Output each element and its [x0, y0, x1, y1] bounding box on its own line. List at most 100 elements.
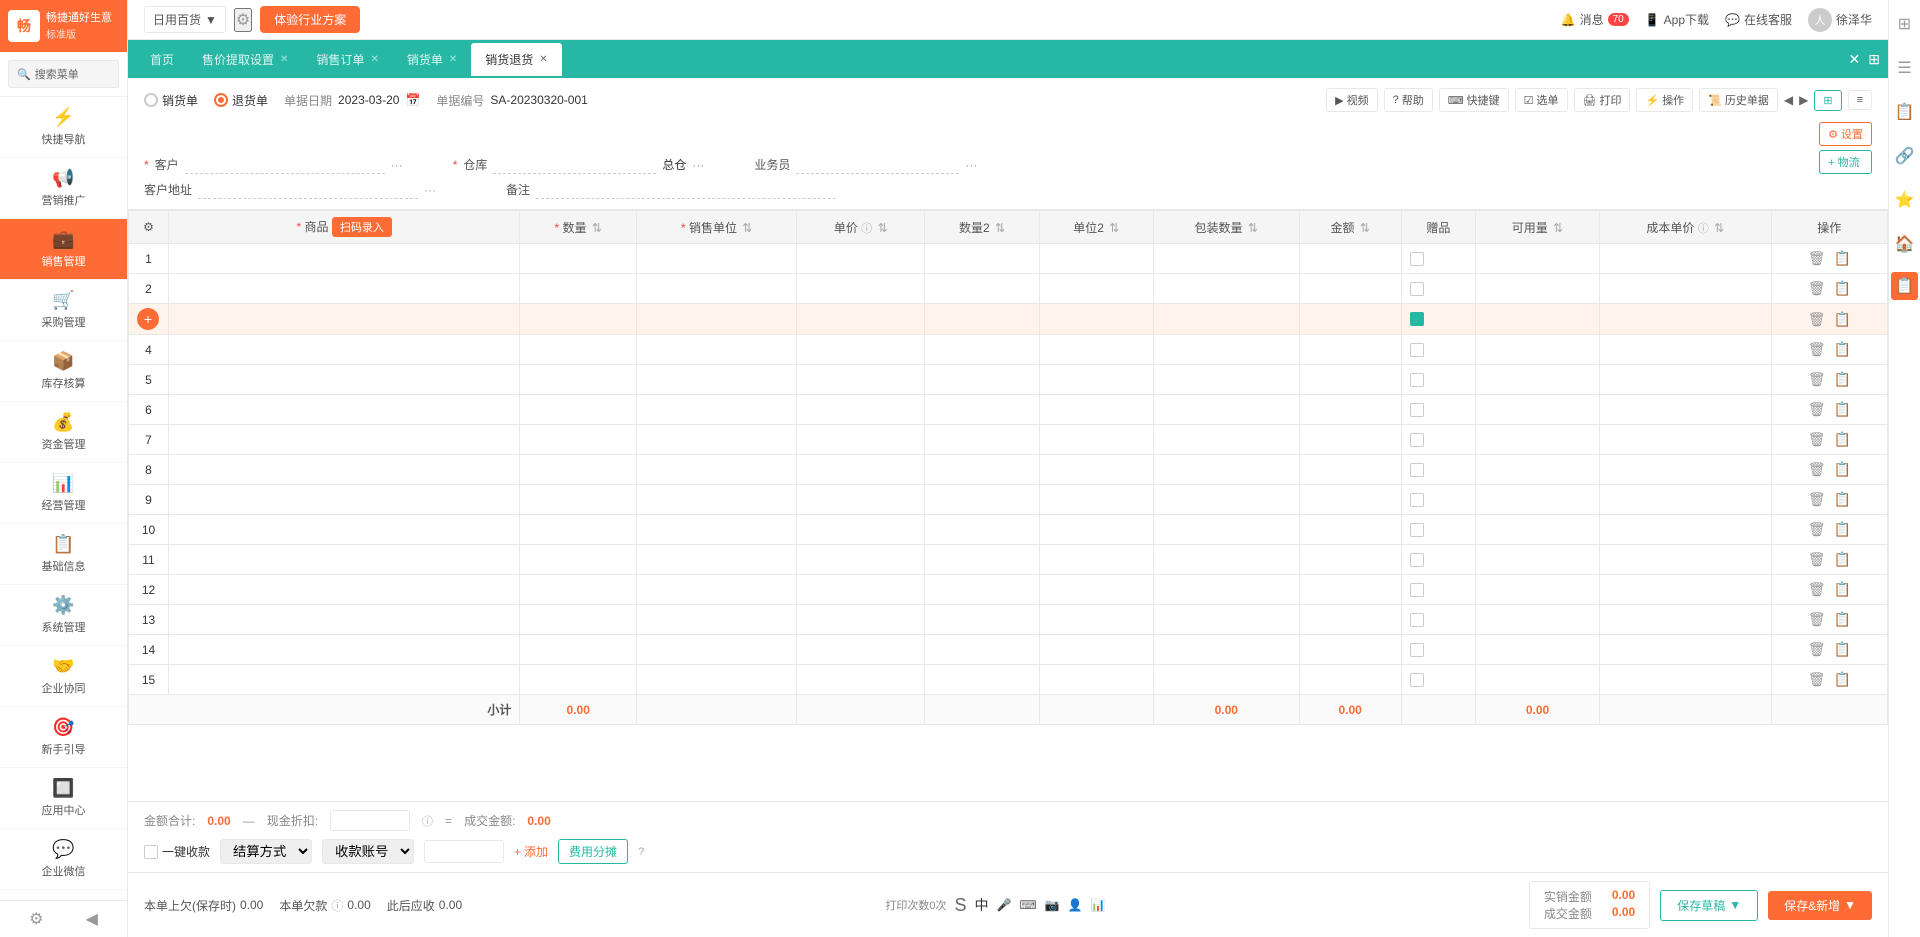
product-cell-6[interactable]	[169, 395, 520, 425]
radio-return-note[interactable]: 退货单	[214, 92, 268, 109]
nav-prev-icon[interactable]: ◀	[1784, 93, 1793, 107]
tab-sales-return-close[interactable]: ✕	[539, 54, 547, 65]
pack-qty-cell-2[interactable]	[1153, 274, 1299, 304]
pack-qty-cell-14[interactable]	[1153, 635, 1299, 665]
pack-qty-cell-4[interactable]	[1153, 335, 1299, 365]
gift-cb-15[interactable]	[1410, 673, 1424, 687]
quantity-cell-12[interactable]	[520, 575, 637, 605]
unit2-cell-10[interactable]	[1039, 515, 1153, 545]
unit2-cell-12[interactable]	[1039, 575, 1153, 605]
quantity-cell-3[interactable]	[520, 304, 637, 335]
available-cell-12[interactable]	[1476, 575, 1600, 605]
unit-price-cell-2[interactable]	[797, 274, 925, 304]
product-input-11[interactable]	[177, 552, 511, 567]
copy-row-btn-11[interactable]: 📋	[1831, 549, 1852, 570]
unit-price-cell-11[interactable]	[797, 545, 925, 575]
quantity-cell-14[interactable]	[520, 635, 637, 665]
unit2-cell-11[interactable]	[1039, 545, 1153, 575]
cost-price-cell-1[interactable]	[1599, 244, 1771, 274]
radio-sales-note[interactable]: 销货单	[144, 92, 198, 109]
sidebar-item-enterprise[interactable]: 🤝 企业协同	[0, 646, 127, 707]
sales-unit-cell-4[interactable]	[637, 335, 797, 365]
product-input-12[interactable]	[177, 582, 511, 597]
quantity-cell-11[interactable]	[520, 545, 637, 575]
unit-price-cell-4[interactable]	[797, 335, 925, 365]
cost-price-cell-8[interactable]	[1599, 455, 1771, 485]
sidebar-item-wechat[interactable]: 💬 企业微信	[0, 829, 127, 890]
cost-sort-icon[interactable]: ⇅	[1714, 221, 1724, 235]
delete-row-btn-12[interactable]: 🗑	[1806, 579, 1828, 600]
pack-sort-icon[interactable]: ⇅	[1248, 221, 1258, 235]
sidebar-item-shortcut[interactable]: ⚡ 快捷导航	[0, 97, 127, 158]
unit-price-info-icon[interactable]: ⓘ	[861, 223, 872, 235]
amount-cell-1[interactable]	[1299, 244, 1401, 274]
quantity-cell-9[interactable]	[520, 485, 637, 515]
sidebar-item-inventory[interactable]: 📦 库存核算	[0, 341, 127, 402]
product-input-6[interactable]	[177, 402, 511, 417]
product-input-8[interactable]	[177, 462, 511, 477]
unit2-cell-6[interactable]	[1039, 395, 1153, 425]
copy-row-btn-3[interactable]: 📋	[1831, 309, 1852, 330]
amount-cell-14[interactable]	[1299, 635, 1401, 665]
sales-unit-cell-13[interactable]	[637, 605, 797, 635]
unit2-cell-7[interactable]	[1039, 425, 1153, 455]
unit2-cell-14[interactable]	[1039, 635, 1153, 665]
amount-cell-8[interactable]	[1299, 455, 1401, 485]
amount-cell-12[interactable]	[1299, 575, 1401, 605]
copy-row-btn-6[interactable]: 📋	[1831, 399, 1852, 420]
available-cell-11[interactable]	[1476, 545, 1600, 575]
select-btn[interactable]: ☑ 选单	[1515, 88, 1568, 112]
unit-price-cell-5[interactable]	[797, 365, 925, 395]
gift-cb-11[interactable]	[1410, 553, 1424, 567]
qty2-cell-8[interactable]	[925, 455, 1039, 485]
sidebar-item-operations[interactable]: 📊 经营管理	[0, 463, 127, 524]
available-cell-10[interactable]	[1476, 515, 1600, 545]
amount-cell-2[interactable]	[1299, 274, 1401, 304]
col-settings[interactable]: ⚙	[129, 211, 169, 244]
online-service-item[interactable]: 💬 在线客服	[1725, 11, 1792, 28]
sidebar-item-basic[interactable]: 📋 基础信息	[0, 524, 127, 585]
product-cell-15[interactable]	[169, 665, 520, 695]
tab-close-all-icon[interactable]: ✕	[1849, 51, 1861, 68]
camera-icon[interactable]: 📷	[1045, 898, 1060, 912]
cost-price-cell-13[interactable]	[1599, 605, 1771, 635]
product-input-2[interactable]	[177, 281, 511, 296]
discount-input[interactable]	[330, 810, 410, 831]
delete-row-btn-9[interactable]: 🗑	[1806, 489, 1828, 510]
unit2-cell-15[interactable]	[1039, 665, 1153, 695]
delete-row-btn-4[interactable]: 🗑	[1806, 339, 1828, 360]
quantity-cell-13[interactable]	[520, 605, 637, 635]
qty2-cell-13[interactable]	[925, 605, 1039, 635]
product-input-14[interactable]	[177, 642, 511, 657]
unit-price-cell-6[interactable]	[797, 395, 925, 425]
amount-cell-6[interactable]	[1299, 395, 1401, 425]
mic-icon[interactable]: 🎤	[996, 898, 1011, 912]
qty2-cell-9[interactable]	[925, 485, 1039, 515]
pack-qty-cell-5[interactable]	[1153, 365, 1299, 395]
quantity-cell-2[interactable]	[520, 274, 637, 304]
product-cell-3[interactable]	[169, 304, 520, 335]
industry-selector[interactable]: 日用百货 ▼	[144, 6, 226, 33]
sidebar-settings-btn[interactable]: ⚙	[29, 909, 43, 929]
quantity-cell-8[interactable]	[520, 455, 637, 485]
shortcut-btn[interactable]: ⌨ 快捷键	[1439, 88, 1509, 112]
delete-row-btn-6[interactable]: 🗑	[1806, 399, 1828, 420]
unit-sort-icon[interactable]: ⇅	[742, 221, 752, 235]
cost-price-cell-15[interactable]	[1599, 665, 1771, 695]
unit-price-cell-1[interactable]	[797, 244, 925, 274]
video-btn[interactable]: ▶ 视频	[1326, 88, 1377, 112]
keyboard-icon[interactable]: ⌨	[1019, 898, 1036, 912]
copy-row-btn-10[interactable]: 📋	[1831, 519, 1852, 540]
rp-icon-5[interactable]: ⭐	[1895, 184, 1915, 216]
qty2-sort-icon[interactable]: ⇅	[995, 221, 1005, 235]
gift-cb-14[interactable]	[1410, 643, 1424, 657]
pack-qty-cell-6[interactable]	[1153, 395, 1299, 425]
qty2-cell-14[interactable]	[925, 635, 1039, 665]
cost-price-cell-12[interactable]	[1599, 575, 1771, 605]
product-input-13[interactable]	[177, 612, 511, 627]
product-cell-13[interactable]	[169, 605, 520, 635]
cost-price-cell-9[interactable]	[1599, 485, 1771, 515]
amount-cell-15[interactable]	[1299, 665, 1401, 695]
available-cell-5[interactable]	[1476, 365, 1600, 395]
gift-cb-10[interactable]	[1410, 523, 1424, 537]
